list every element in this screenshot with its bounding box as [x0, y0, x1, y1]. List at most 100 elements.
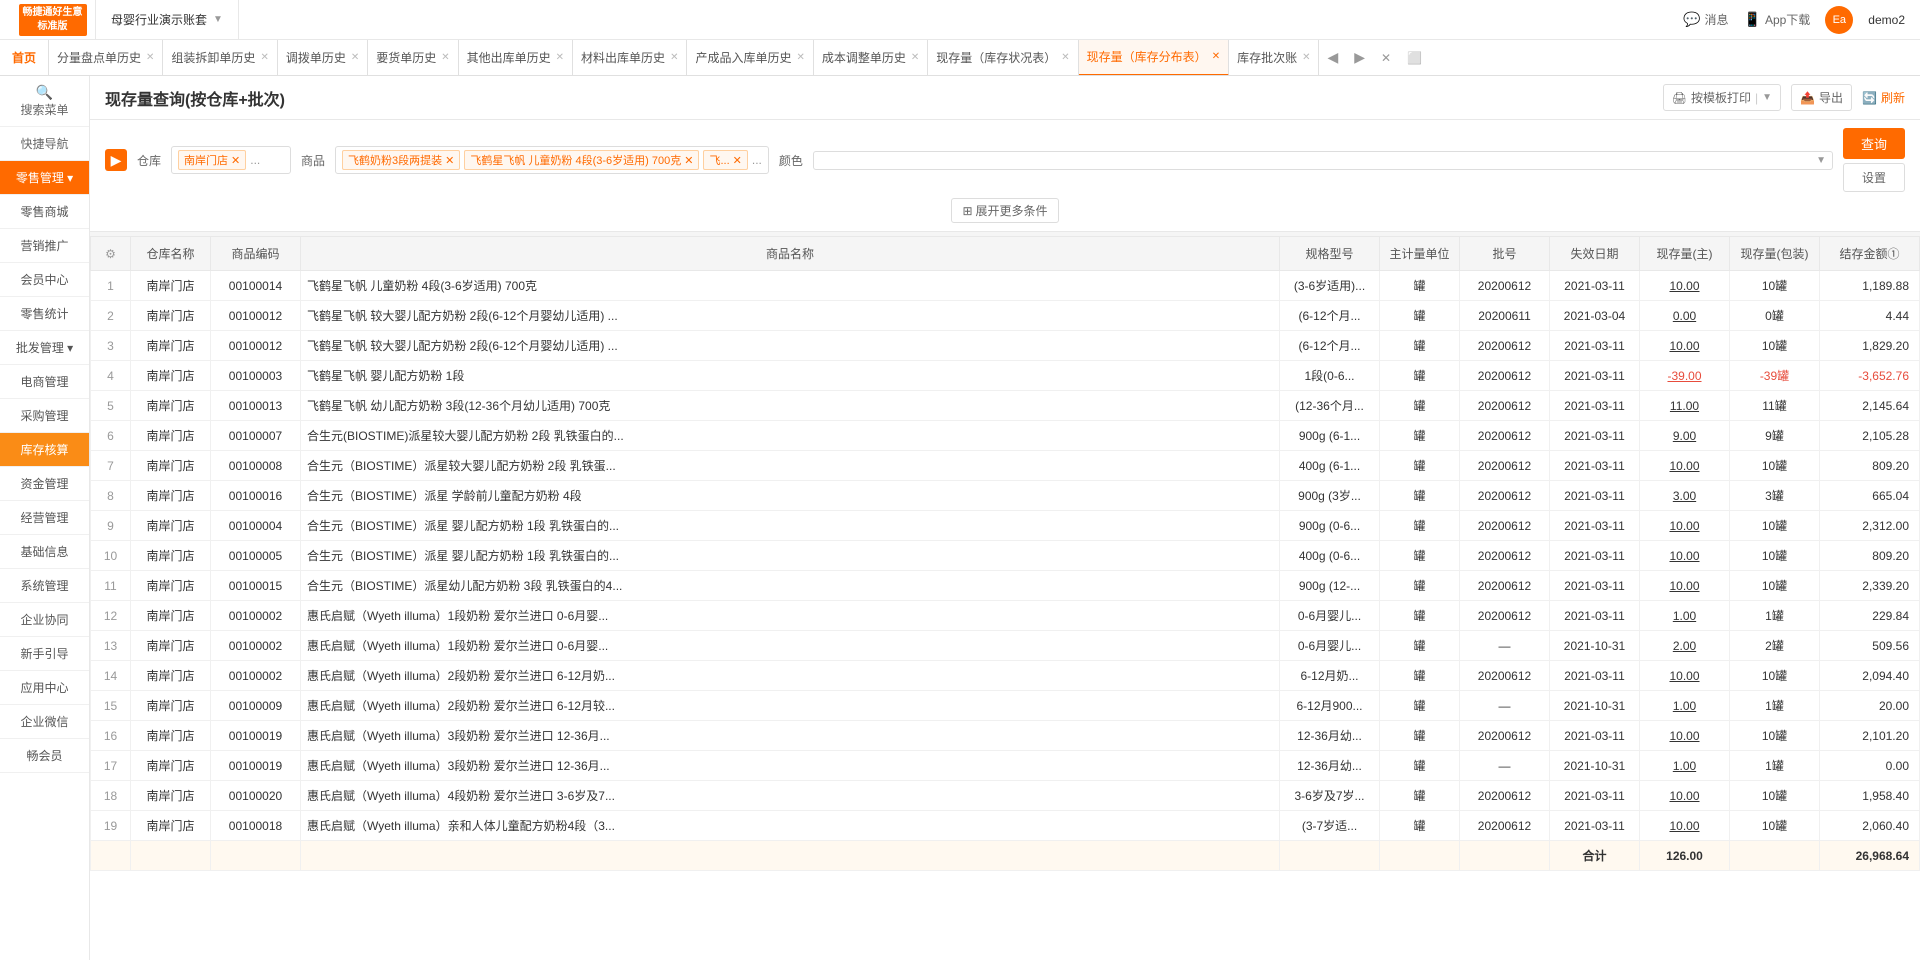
tab-close-1[interactable]: ✕	[146, 52, 154, 63]
sidebar-item-ecommerce[interactable]: 电商管理	[0, 365, 89, 399]
sidebar-item-system[interactable]: 系统管理	[0, 569, 89, 603]
tab-其他出库[interactable]: 其他出库单历史 ✕	[459, 40, 573, 76]
message-btn[interactable]: 💬 消息	[1683, 11, 1728, 28]
sidebar-search[interactable]: 🔍 搜索菜单	[0, 76, 89, 127]
row-qty-main[interactable]: 10.00	[1640, 811, 1730, 841]
tab-close-7[interactable]: ✕	[796, 52, 804, 63]
user-avatar[interactable]: Ea	[1825, 6, 1853, 34]
settings-btn[interactable]: 设置	[1843, 163, 1905, 192]
row-no: 10	[91, 541, 131, 571]
sidebar-item-inventory[interactable]: 库存核算	[0, 433, 89, 467]
tab-close-all[interactable]: ✕	[1373, 40, 1399, 76]
row-unit: 罐	[1380, 421, 1460, 451]
row-qty-main[interactable]: 10.00	[1640, 451, 1730, 481]
row-qty-main[interactable]: -39.00	[1640, 361, 1730, 391]
tab-close-11[interactable]: ✕	[1302, 52, 1310, 63]
tab-close-9[interactable]: ✕	[1061, 52, 1069, 63]
sidebar-item-marketing[interactable]: 营销推广	[0, 229, 89, 263]
sidebar-item-wholesale[interactable]: 批发管理 ▾	[0, 331, 89, 365]
tab-现存量分布[interactable]: 现存量（库存分布表） ✕	[1079, 40, 1229, 76]
tab-prev[interactable]: ◀	[1319, 40, 1346, 76]
tab-close-3[interactable]: ✕	[351, 52, 359, 63]
filter-expand-btn[interactable]: ▶	[105, 149, 127, 171]
tab-close-5[interactable]: ✕	[556, 52, 564, 63]
tab-next[interactable]: ▶	[1346, 40, 1373, 76]
row-qty-main[interactable]: 10.00	[1640, 271, 1730, 301]
tab-close-10[interactable]: ✕	[1212, 51, 1220, 62]
row-qty-main[interactable]: 10.00	[1640, 331, 1730, 361]
expand-icon: ⊞	[962, 204, 972, 218]
row-code: 00100008	[211, 451, 301, 481]
row-qty-main[interactable]: 10.00	[1640, 661, 1730, 691]
color-label: 颜色	[779, 152, 803, 169]
row-unit: 罐	[1380, 451, 1460, 481]
row-qty-main[interactable]: 9.00	[1640, 421, 1730, 451]
tab-成本调整[interactable]: 成本调整单历史 ✕	[814, 40, 928, 76]
sidebar-item-stats[interactable]: 零售统计	[0, 297, 89, 331]
workspace-selector[interactable]: 母婴行业演示账套 ▼	[95, 0, 239, 40]
sidebar-item-collab[interactable]: 企业协同	[0, 603, 89, 637]
product-tag-2-close[interactable]: ✕	[684, 154, 693, 167]
row-qty-pkg: 1罐	[1730, 691, 1820, 721]
export-btn[interactable]: 📤 导出	[1791, 84, 1852, 111]
row-qty-main[interactable]: 1.00	[1640, 751, 1730, 781]
row-qty-main[interactable]: 1.00	[1640, 601, 1730, 631]
sidebar-item-basic[interactable]: 基础信息	[0, 535, 89, 569]
row-qty-main[interactable]: 2.00	[1640, 631, 1730, 661]
sidebar-item-wechat[interactable]: 企业微信	[0, 705, 89, 739]
sidebar-item-operations[interactable]: 经营管理	[0, 501, 89, 535]
row-qty-main[interactable]: 10.00	[1640, 571, 1730, 601]
sidebar-item-retail[interactable]: 零售管理 ▾	[0, 161, 89, 195]
tab-产成品[interactable]: 产成品入库单历史 ✕	[687, 40, 813, 76]
row-qty-main[interactable]: 10.00	[1640, 511, 1730, 541]
print-btn[interactable]: 🖨 按模板打印 | ▼	[1663, 84, 1781, 111]
row-no: 7	[91, 451, 131, 481]
tab-close-2[interactable]: ✕	[260, 52, 268, 63]
user-name[interactable]: demo2	[1868, 13, 1905, 27]
logo-line2: 标准版	[23, 20, 83, 34]
tab-close-4[interactable]: ✕	[441, 52, 449, 63]
tab-现存量状况[interactable]: 现存量（库存状况表） ✕	[928, 40, 1078, 76]
tab-调拨[interactable]: 调拨单历史 ✕	[278, 40, 368, 76]
tab-home[interactable]: 首页	[0, 40, 49, 76]
row-qty-main[interactable]: 10.00	[1640, 721, 1730, 751]
warehouse-tag-close[interactable]: ✕	[231, 154, 240, 167]
tab-材料出库[interactable]: 材料出库单历史 ✕	[573, 40, 687, 76]
tab-库存批次[interactable]: 库存批次账 ✕	[1229, 40, 1319, 76]
row-code: 00100005	[211, 541, 301, 571]
sidebar-item-changhui[interactable]: 畅会员	[0, 739, 89, 773]
sidebar-item-member[interactable]: 会员中心	[0, 263, 89, 297]
sidebar-item-purchase[interactable]: 采购管理	[0, 399, 89, 433]
product-tag-1-close[interactable]: ✕	[445, 154, 454, 167]
app-download-btn[interactable]: 📱 App下载	[1744, 11, 1811, 28]
col-settings[interactable]: ⚙	[91, 237, 131, 271]
tab-maximize[interactable]: ⬜	[1399, 40, 1430, 76]
sidebar-item-newguide[interactable]: 新手引导	[0, 637, 89, 671]
sidebar-item-appstore[interactable]: 应用中心	[0, 671, 89, 705]
row-qty-main[interactable]: 1.00	[1640, 691, 1730, 721]
refresh-btn[interactable]: 🔄 刷新	[1862, 89, 1905, 106]
sidebar-item-finance[interactable]: 资金管理	[0, 467, 89, 501]
expand-more-btn[interactable]: ⊞ 展开更多条件	[951, 198, 1058, 223]
product-filter[interactable]: 飞鹤奶粉3段两提装 ✕ 飞鹤星飞帆 儿童奶粉 4段(3-6岁适用) 700克 ✕…	[335, 146, 769, 174]
product-tag-3-close[interactable]: ✕	[733, 154, 742, 167]
row-name: 合生元(BIOSTIME)派星较大婴儿配方奶粉 2段 乳铁蛋白的...	[301, 421, 1280, 451]
row-expiry: 2021-03-11	[1550, 331, 1640, 361]
sidebar-item-shop[interactable]: 零售商城	[0, 195, 89, 229]
query-btn[interactable]: 查询	[1843, 128, 1905, 159]
warehouse-filter[interactable]: 南岸门店 ✕ ...	[171, 146, 291, 174]
row-qty-main[interactable]: 0.00	[1640, 301, 1730, 331]
row-qty-main[interactable]: 3.00	[1640, 481, 1730, 511]
tab-组装拆卸[interactable]: 组装拆卸单历史 ✕	[163, 40, 277, 76]
row-qty-main[interactable]: 10.00	[1640, 781, 1730, 811]
tab-要货[interactable]: 要货单历史 ✕	[368, 40, 458, 76]
color-filter[interactable]: ▼	[813, 151, 1833, 170]
row-qty-main[interactable]: 10.00	[1640, 541, 1730, 571]
tab-close-6[interactable]: ✕	[670, 52, 678, 63]
row-warehouse: 南岸门店	[131, 361, 211, 391]
tab-close-8[interactable]: ✕	[911, 52, 919, 63]
col-spec: 规格型号	[1280, 237, 1380, 271]
tab-分量盘点[interactable]: 分量盘点单历史 ✕	[49, 40, 163, 76]
row-qty-main[interactable]: 11.00	[1640, 391, 1730, 421]
sidebar-quicknav[interactable]: 快捷导航	[0, 127, 89, 161]
